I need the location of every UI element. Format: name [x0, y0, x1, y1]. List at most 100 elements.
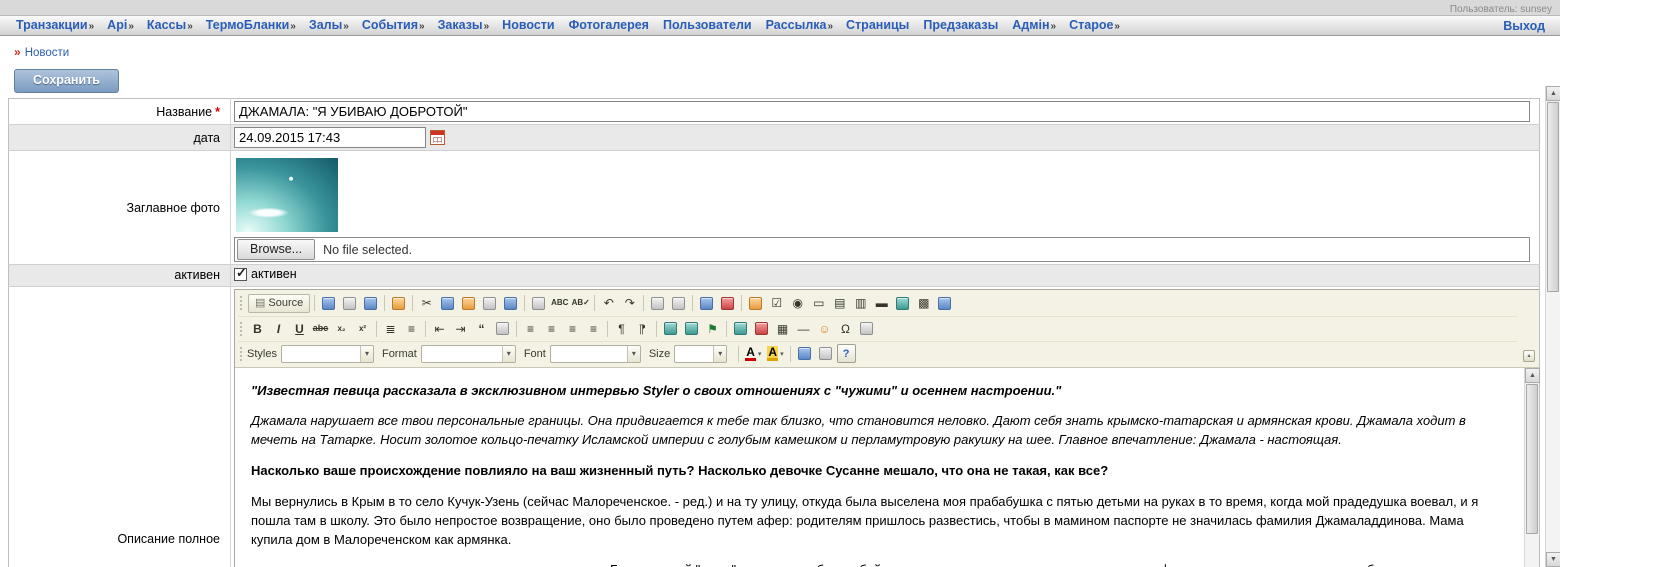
justify-center-icon[interactable]: ≡	[542, 319, 561, 338]
link-icon[interactable]	[661, 319, 680, 338]
nav-item-termoblanki[interactable]: ТермоБланки	[206, 18, 296, 32]
browse-button[interactable]: Browse...	[237, 239, 316, 260]
textarea-icon[interactable]: ▤	[830, 294, 849, 313]
cut-icon[interactable]: ✂	[417, 294, 436, 313]
page-break-icon[interactable]	[857, 319, 876, 338]
iframe-icon[interactable]	[935, 294, 954, 313]
paste-icon[interactable]	[459, 294, 478, 313]
form-icon[interactable]	[746, 294, 765, 313]
anchor-icon[interactable]: ⚑	[703, 319, 722, 338]
blockquote-icon[interactable]: “	[472, 319, 491, 338]
nav-item-stranitsy[interactable]: Страницы	[846, 18, 910, 32]
chevron-down-icon[interactable]: ▾	[501, 345, 515, 362]
find-icon[interactable]	[648, 294, 667, 313]
checkbox-icon[interactable]: ☑	[767, 294, 786, 313]
nav-item-polzovateli[interactable]: Пользователи	[663, 18, 753, 32]
page-scrollbar-thumb[interactable]	[1547, 102, 1559, 292]
toolbar-collapse-button[interactable]: ▴	[1523, 349, 1535, 362]
text-color-button[interactable]: A ▾	[743, 344, 763, 363]
bold-icon[interactable]: B	[248, 319, 267, 338]
image-icon[interactable]	[731, 319, 750, 338]
date-input[interactable]	[234, 127, 426, 148]
source-button[interactable]: ▤ Source	[248, 293, 311, 313]
select-all-icon[interactable]	[697, 294, 716, 313]
indent-icon[interactable]: ⇥	[451, 319, 470, 338]
table-icon[interactable]: ▦	[773, 319, 792, 338]
active-checkbox-wrap[interactable]: ✓ активен	[234, 265, 297, 281]
italic-icon[interactable]: I	[269, 319, 288, 338]
chevron-down-icon[interactable]: ▾	[713, 345, 727, 362]
text-direction-ltr-icon[interactable]: ¶	[612, 319, 631, 338]
format-combo[interactable]: Format ▾	[382, 344, 516, 363]
unlink-icon[interactable]	[682, 319, 701, 338]
nav-item-fotogalereya[interactable]: Фотогалерея	[569, 18, 650, 32]
bulleted-list-icon[interactable]: ≡	[402, 319, 421, 338]
create-div-icon[interactable]	[493, 319, 512, 338]
nav-item-transactions[interactable]: Транзакции	[16, 18, 94, 32]
select-field-icon[interactable]: ▥	[851, 294, 870, 313]
breadcrumb-news-link[interactable]: Новости	[25, 47, 70, 59]
background-color-button[interactable]: A ▾	[765, 344, 785, 363]
maximize-icon[interactable]	[795, 344, 814, 363]
replace-icon[interactable]	[669, 294, 688, 313]
save-button[interactable]: Сохранить	[14, 69, 119, 93]
font-combo[interactable]: Font ▾	[524, 344, 641, 363]
paste-from-word-icon[interactable]	[501, 294, 520, 313]
hidden-field-icon[interactable]: ▩	[914, 294, 933, 313]
radio-button-icon[interactable]: ◉	[788, 294, 807, 313]
numbered-list-icon[interactable]: ≣	[381, 319, 400, 338]
new-page-icon[interactable]	[340, 294, 359, 313]
redo-icon[interactable]: ↷	[620, 294, 639, 313]
remove-format-icon[interactable]	[718, 294, 737, 313]
text-field-icon[interactable]: ▭	[809, 294, 828, 313]
undo-icon[interactable]: ↶	[599, 294, 618, 313]
save-icon[interactable]	[319, 294, 338, 313]
print-icon[interactable]	[529, 294, 548, 313]
editor-scroll-up-button[interactable]: ▲	[1525, 367, 1540, 383]
nav-item-zaly[interactable]: Залы	[309, 18, 349, 32]
page-scroll-up-button[interactable]: ▲	[1546, 86, 1560, 101]
text-direction-rtl-icon[interactable]: ¶	[633, 319, 652, 338]
underline-icon[interactable]: U	[290, 319, 309, 338]
horizontal-rule-icon[interactable]: —	[794, 319, 813, 338]
nav-item-staroe[interactable]: Старое	[1069, 18, 1120, 32]
photo-file-input[interactable]: Browse... No file selected.	[234, 237, 1530, 262]
nav-item-kassy[interactable]: Кассы	[147, 18, 193, 32]
justify-block-icon[interactable]: ≡	[584, 319, 603, 338]
outdent-icon[interactable]: ⇤	[430, 319, 449, 338]
preview-icon[interactable]	[361, 294, 380, 313]
chevron-down-icon[interactable]: ▾	[359, 345, 373, 362]
spellcheck-icon[interactable]: ABC	[550, 294, 569, 313]
special-char-icon[interactable]: Ω	[836, 319, 855, 338]
page-scroll-down-button[interactable]: ▼	[1546, 552, 1560, 567]
nav-item-api[interactable]: Api	[107, 18, 134, 32]
calendar-icon[interactable]	[430, 130, 445, 145]
chevron-down-icon[interactable]: ▾	[626, 345, 640, 362]
nav-logout-link[interactable]: Выход	[1503, 19, 1545, 33]
editor-scrollbar-thumb[interactable]	[1526, 383, 1538, 534]
flash-icon[interactable]	[752, 319, 771, 338]
nav-item-zakazy[interactable]: Заказы	[438, 18, 490, 32]
spellcheck-as-you-type-icon[interactable]: AB✓	[571, 294, 590, 313]
justify-right-icon[interactable]: ≡	[563, 319, 582, 338]
paste-text-icon[interactable]	[480, 294, 499, 313]
nav-item-rassylka[interactable]: Рассылка	[766, 18, 833, 32]
nav-item-sobytiya[interactable]: События	[362, 18, 425, 32]
page-scrollbar[interactable]: ▲ ▼	[1545, 86, 1560, 567]
justify-left-icon[interactable]: ≡	[521, 319, 540, 338]
styles-combo[interactable]: Styles ▾	[247, 344, 374, 363]
strikethrough-icon[interactable]: abc	[311, 319, 330, 338]
superscript-icon[interactable]: x²	[353, 319, 372, 338]
copy-icon[interactable]	[438, 294, 457, 313]
subscript-icon[interactable]: x₂	[332, 319, 351, 338]
button-field-icon[interactable]: ▬	[872, 294, 891, 313]
templates-icon[interactable]	[389, 294, 408, 313]
smiley-icon[interactable]: ☺	[815, 319, 834, 338]
editor-scrollbar[interactable]: ▲ ▼	[1524, 367, 1540, 567]
title-input[interactable]	[234, 101, 1530, 122]
about-button[interactable]: ?	[836, 344, 856, 363]
active-checkbox[interactable]: ✓	[234, 265, 247, 281]
nav-item-predzakazy[interactable]: Предзаказы	[923, 18, 999, 32]
size-combo[interactable]: Size ▾	[649, 344, 728, 363]
nav-item-novosti[interactable]: Новости	[502, 18, 555, 32]
